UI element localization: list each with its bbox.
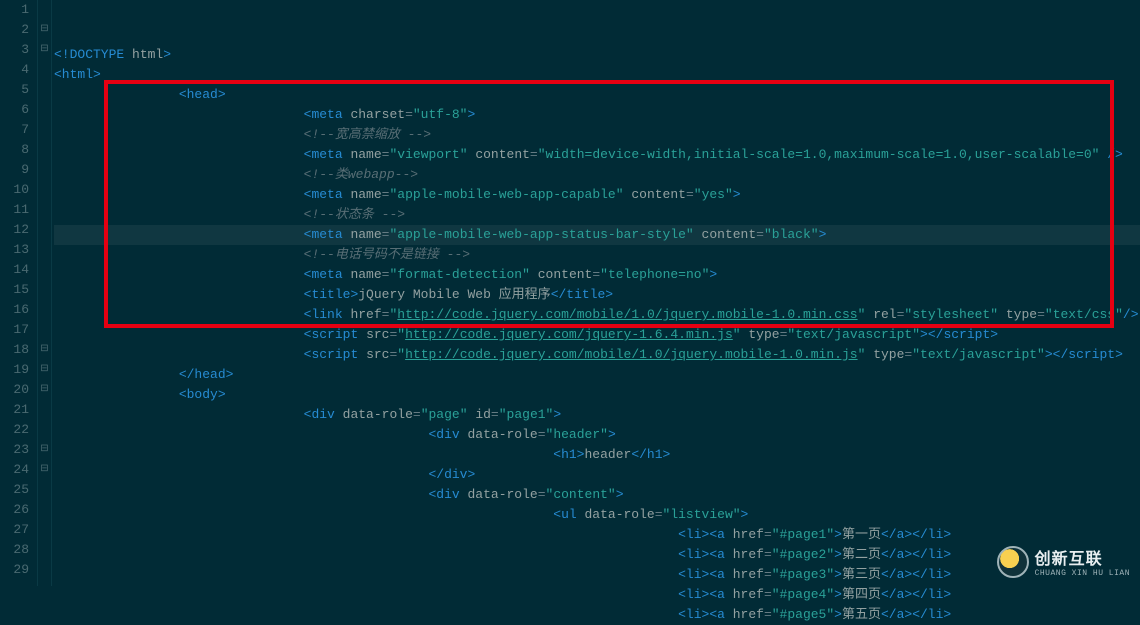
fold-marker[interactable] [38,160,51,180]
fold-marker[interactable]: ⊟ [38,460,51,480]
line-number: 6 [0,100,33,120]
code-line[interactable]: <meta charset="utf-8"> [54,105,1140,125]
code-line[interactable]: <script src="http://code.jquery.com/jque… [54,325,1140,345]
line-number: 11 [0,200,33,220]
code-line[interactable]: <div data-role="content"> [54,485,1140,505]
fold-marker[interactable] [38,220,51,240]
code-line[interactable]: </head> [54,365,1140,385]
code-editor[interactable]: 1234567891011121314151617181920212223242… [0,0,1140,586]
code-line[interactable]: <meta name="apple-mobile-web-app-status-… [54,225,1140,245]
fold-marker[interactable] [38,280,51,300]
fold-marker[interactable] [38,60,51,80]
code-line[interactable]: <ul data-role="listview"> [54,505,1140,525]
code-line[interactable]: <meta name="apple-mobile-web-app-capable… [54,185,1140,205]
line-number: 3 [0,40,33,60]
line-number: 8 [0,140,33,160]
code-line[interactable]: <div data-role="header"> [54,425,1140,445]
fold-marker[interactable] [38,520,51,540]
fold-marker[interactable] [38,560,51,580]
code-line[interactable]: <li><a href="#page2">第二页</a></li> [54,545,1140,565]
code-line[interactable]: <html> [54,65,1140,85]
line-number: 23 [0,440,33,460]
line-number: 19 [0,360,33,380]
code-line[interactable]: <title>jQuery Mobile Web 应用程序</title> [54,285,1140,305]
fold-marker[interactable] [38,420,51,440]
code-line[interactable]: <li><a href="#page5">第五页</a></li> [54,605,1140,625]
line-number: 17 [0,320,33,340]
code-line[interactable]: <li><a href="#page1">第一页</a></li> [54,525,1140,545]
line-number: 10 [0,180,33,200]
fold-marker[interactable] [38,480,51,500]
code-line[interactable]: <li><a href="#page3">第三页</a></li> [54,565,1140,585]
line-number: 27 [0,520,33,540]
fold-marker[interactable]: ⊟ [38,40,51,60]
line-number: 24 [0,460,33,480]
line-number: 4 [0,60,33,80]
line-number-gutter: 1234567891011121314151617181920212223242… [0,0,38,586]
code-line[interactable]: <!DOCTYPE html> [54,45,1140,65]
fold-marker[interactable] [38,80,51,100]
line-number: 1 [0,0,33,20]
fold-marker[interactable] [38,140,51,160]
line-number: 25 [0,480,33,500]
fold-column[interactable]: ⊟⊟⊟⊟⊟⊟⊟ [38,0,52,586]
fold-marker[interactable] [38,300,51,320]
fold-marker[interactable] [38,120,51,140]
line-number: 13 [0,240,33,260]
fold-marker[interactable] [38,500,51,520]
code-line[interactable]: <meta name="format-detection" content="t… [54,265,1140,285]
fold-marker[interactable] [38,320,51,340]
fold-marker[interactable]: ⊟ [38,340,51,360]
fold-marker[interactable]: ⊟ [38,20,51,40]
line-number: 9 [0,160,33,180]
line-number: 21 [0,400,33,420]
fold-marker[interactable]: ⊟ [38,440,51,460]
code-line[interactable]: <script src="http://code.jquery.com/mobi… [54,345,1140,365]
fold-marker[interactable]: ⊟ [38,380,51,400]
line-number: 12 [0,220,33,240]
fold-marker[interactable] [38,400,51,420]
fold-marker[interactable] [38,240,51,260]
line-number: 2 [0,20,33,40]
line-number: 16 [0,300,33,320]
code-line[interactable]: <link href="http://code.jquery.com/mobil… [54,305,1140,325]
line-number: 20 [0,380,33,400]
code-line[interactable]: <!--宽高禁缩放 --> [54,125,1140,145]
code-line[interactable]: <body> [54,385,1140,405]
line-number: 26 [0,500,33,520]
code-area[interactable]: <!DOCTYPE html><html> <head> <meta chars… [52,0,1140,586]
line-number: 18 [0,340,33,360]
fold-marker[interactable] [38,540,51,560]
code-line[interactable]: <!--状态条 --> [54,205,1140,225]
fold-marker[interactable] [38,200,51,220]
code-line[interactable]: <!--类webapp--> [54,165,1140,185]
line-number: 7 [0,120,33,140]
code-line[interactable]: <!--电话号码不是链接 --> [54,245,1140,265]
line-number: 14 [0,260,33,280]
line-number: 29 [0,560,33,580]
line-number: 28 [0,540,33,560]
line-number: 5 [0,80,33,100]
code-line[interactable]: </div> [54,465,1140,485]
code-line[interactable]: <head> [54,85,1140,105]
fold-marker[interactable]: ⊟ [38,360,51,380]
code-line[interactable]: <meta name="viewport" content="width=dev… [54,145,1140,165]
code-line[interactable]: <li><a href="#page4">第四页</a></li> [54,585,1140,605]
fold-marker[interactable] [38,260,51,280]
fold-marker[interactable] [38,180,51,200]
fold-marker[interactable] [38,100,51,120]
fold-marker[interactable] [38,0,51,20]
code-line[interactable]: <h1>header</h1> [54,445,1140,465]
code-line[interactable]: <div data-role="page" id="page1"> [54,405,1140,425]
line-number: 15 [0,280,33,300]
line-number: 22 [0,420,33,440]
